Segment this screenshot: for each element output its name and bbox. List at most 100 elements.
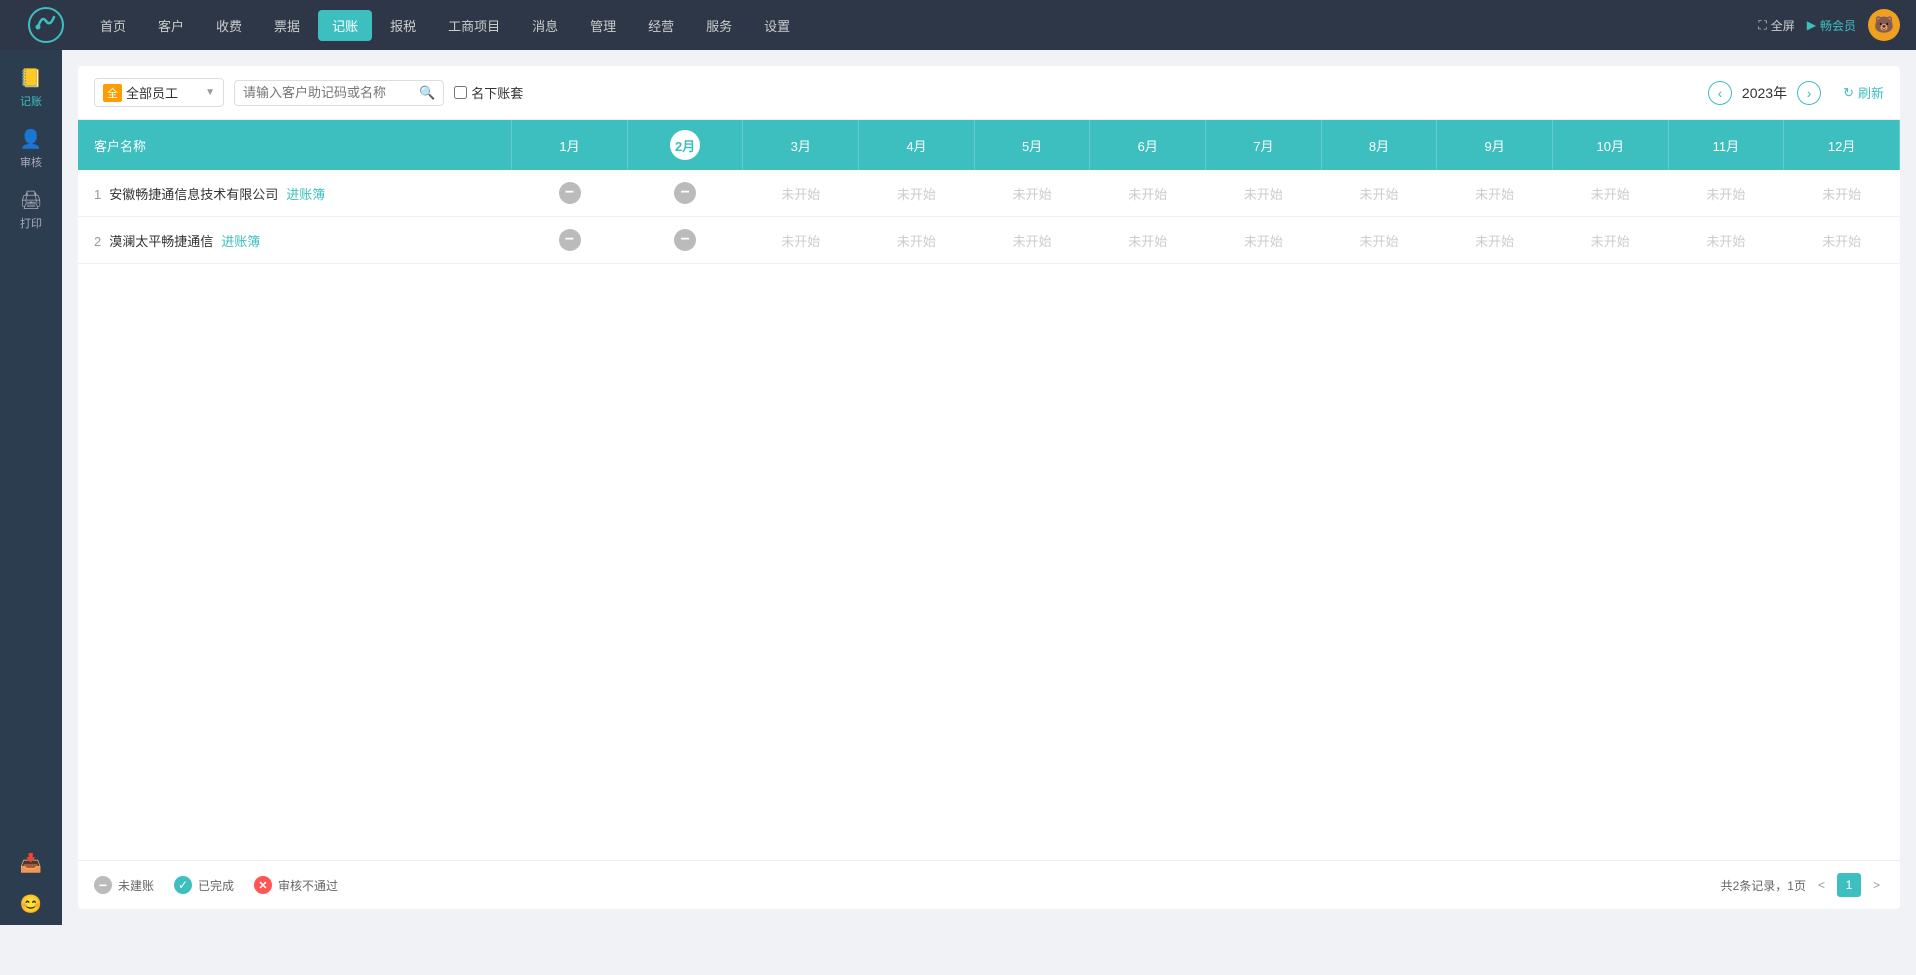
sidebar: 📒 记账 👤 审核 🖨 打印 📥 😊 xyxy=(0,50,62,925)
customer-cell: 1安徽畅捷通信息技术有限公司进账簿 xyxy=(78,170,512,217)
nav-fee[interactable]: 收费 xyxy=(202,10,256,41)
status-not-started: 未开始 xyxy=(1475,187,1514,202)
top-nav: 首页 客户 收费 票据 记账 报税 工商项目 消息 管理 经营 服务 设置 ⛶ … xyxy=(0,0,1916,50)
logo-icon xyxy=(28,7,64,43)
month-cell-aug: 未开始 xyxy=(1321,170,1437,217)
current-month-badge: 2月 xyxy=(670,130,700,160)
nav-accounting[interactable]: 记账 xyxy=(318,10,372,41)
col-apr: 4月 xyxy=(859,120,975,170)
month-cell-sep: 未开始 xyxy=(1437,217,1553,264)
month-cell-feb: − xyxy=(627,170,743,217)
sidebar-item-download[interactable]: 📥 xyxy=(0,843,62,884)
rejected-label: 审核不通过 xyxy=(278,877,338,894)
rejected-dot: ✕ xyxy=(254,876,272,894)
status-not-started: 未开始 xyxy=(1475,234,1514,249)
nav-manage[interactable]: 管理 xyxy=(576,10,630,41)
status-not-started: 未开始 xyxy=(1359,234,1398,249)
status-not-started: 未开始 xyxy=(1359,187,1398,202)
my-accounts-checkbox-label[interactable]: 名下账套 xyxy=(454,83,523,102)
month-cell-may: 未开始 xyxy=(974,170,1090,217)
fullscreen-label: 全屏 xyxy=(1771,17,1795,34)
month-cell-oct: 未开始 xyxy=(1552,170,1668,217)
done-dot: ✓ xyxy=(174,876,192,894)
vip-button[interactable]: ▶ 畅会员 xyxy=(1807,17,1856,34)
audit-icon: 👤 xyxy=(20,129,42,150)
col-nov: 11月 xyxy=(1668,120,1784,170)
legend-done: ✓ 已完成 xyxy=(174,876,234,894)
enter-account-link[interactable]: 进账簿 xyxy=(221,234,260,249)
nav-tax[interactable]: 报税 xyxy=(376,10,430,41)
status-not-started: 未开始 xyxy=(1244,187,1283,202)
pagination-total: 共2条记录，1页 xyxy=(1721,877,1806,894)
col-jul: 7月 xyxy=(1206,120,1322,170)
nav-operation[interactable]: 经营 xyxy=(634,10,688,41)
user-icon: 😊 xyxy=(20,894,42,915)
month-cell-jun: 未开始 xyxy=(1090,217,1206,264)
year-display: 2023年 xyxy=(1742,83,1787,103)
status-not-started: 未开始 xyxy=(897,187,936,202)
page-1-button[interactable]: 1 xyxy=(1837,873,1861,897)
toolbar: 全 全部员工 ▼ 🔍 名下账套 ‹ 2023年 › ↻ 刷新 xyxy=(78,66,1900,120)
sidebar-item-audit[interactable]: 👤 审核 xyxy=(0,119,62,180)
nav-items: 首页 客户 收费 票据 记账 报税 工商项目 消息 管理 经营 服务 设置 xyxy=(86,10,1758,41)
my-accounts-checkbox[interactable] xyxy=(454,86,467,99)
status-not-built: − xyxy=(559,182,581,204)
month-cell-jul: 未开始 xyxy=(1206,170,1322,217)
col-oct: 10月 xyxy=(1552,120,1668,170)
not-started-dot: − xyxy=(94,876,112,894)
refresh-button[interactable]: ↻ 刷新 xyxy=(1843,83,1884,102)
nav-business[interactable]: 工商项目 xyxy=(434,10,514,41)
table-row: 2漠澜太平畅捷通信进账簿−−未开始未开始未开始未开始未开始未开始未开始未开始未开… xyxy=(78,217,1900,264)
month-cell-nov: 未开始 xyxy=(1668,170,1784,217)
status-not-started: 未开始 xyxy=(1128,187,1167,202)
sidebar-item-accounting[interactable]: 📒 记账 xyxy=(0,58,62,119)
table-header-row: 客户名称 1月 2月 3月 4月 5月 6月 7月 8月 9月 10月 11月 xyxy=(78,120,1900,170)
nav-service[interactable]: 服务 xyxy=(692,10,746,41)
prev-page-button[interactable]: < xyxy=(1814,878,1829,892)
search-input[interactable] xyxy=(243,85,413,100)
month-cell-mar: 未开始 xyxy=(743,170,859,217)
col-jun: 6月 xyxy=(1090,120,1206,170)
employee-tag: 全 xyxy=(103,84,122,102)
my-accounts-label: 名下账套 xyxy=(471,83,523,102)
status-not-started: 未开始 xyxy=(1706,187,1745,202)
fullscreen-button[interactable]: ⛶ 全屏 xyxy=(1758,17,1794,34)
status-not-started: 未开始 xyxy=(1591,187,1630,202)
status-not-started: 未开始 xyxy=(781,234,820,249)
table-wrap: 客户名称 1月 2月 3月 4月 5月 6月 7月 8月 9月 10月 11月 xyxy=(78,120,1900,860)
status-not-started: 未开始 xyxy=(1013,187,1052,202)
download-icon: 📥 xyxy=(20,853,42,874)
chevron-down-icon: ▼ xyxy=(205,87,215,98)
sidebar-item-user[interactable]: 😊 xyxy=(0,884,62,925)
refresh-icon: ↻ xyxy=(1843,85,1854,101)
sidebar-item-print[interactable]: 🖨 打印 xyxy=(0,180,62,241)
col-dec: 12月 xyxy=(1784,120,1900,170)
col-customer-name: 客户名称 xyxy=(78,120,512,170)
month-cell-sep: 未开始 xyxy=(1437,170,1553,217)
search-icon[interactable]: 🔍 xyxy=(419,85,435,101)
logo xyxy=(16,7,76,43)
row-num: 1 xyxy=(94,187,101,202)
status-not-started: 未开始 xyxy=(1244,234,1283,249)
vip-label: 畅会员 xyxy=(1820,17,1856,34)
col-jan: 1月 xyxy=(512,120,628,170)
nav-settings[interactable]: 设置 xyxy=(750,10,804,41)
prev-year-button[interactable]: ‹ xyxy=(1708,81,1732,105)
status-not-started: 未开始 xyxy=(897,234,936,249)
next-page-button[interactable]: > xyxy=(1869,878,1884,892)
nav-message[interactable]: 消息 xyxy=(518,10,572,41)
nav-home[interactable]: 首页 xyxy=(86,10,140,41)
pagination: 共2条记录，1页 < 1 > xyxy=(1721,873,1884,897)
footer: − 未建账 ✓ 已完成 ✕ 审核不通过 共2条记录，1页 < 1 > xyxy=(78,860,1900,909)
next-year-button[interactable]: › xyxy=(1797,81,1821,105)
enter-account-link[interactable]: 进账簿 xyxy=(286,187,325,202)
employee-select[interactable]: 全 全部员工 ▼ xyxy=(94,78,224,107)
col-sep: 9月 xyxy=(1437,120,1553,170)
status-not-started: 未开始 xyxy=(781,187,820,202)
nav-customer[interactable]: 客户 xyxy=(144,10,198,41)
status-not-built: − xyxy=(674,182,696,204)
status-not-built: − xyxy=(559,229,581,251)
nav-invoice[interactable]: 票据 xyxy=(260,10,314,41)
year-nav: ‹ 2023年 › xyxy=(1708,81,1821,105)
user-avatar[interactable]: 🐻 xyxy=(1868,9,1900,41)
